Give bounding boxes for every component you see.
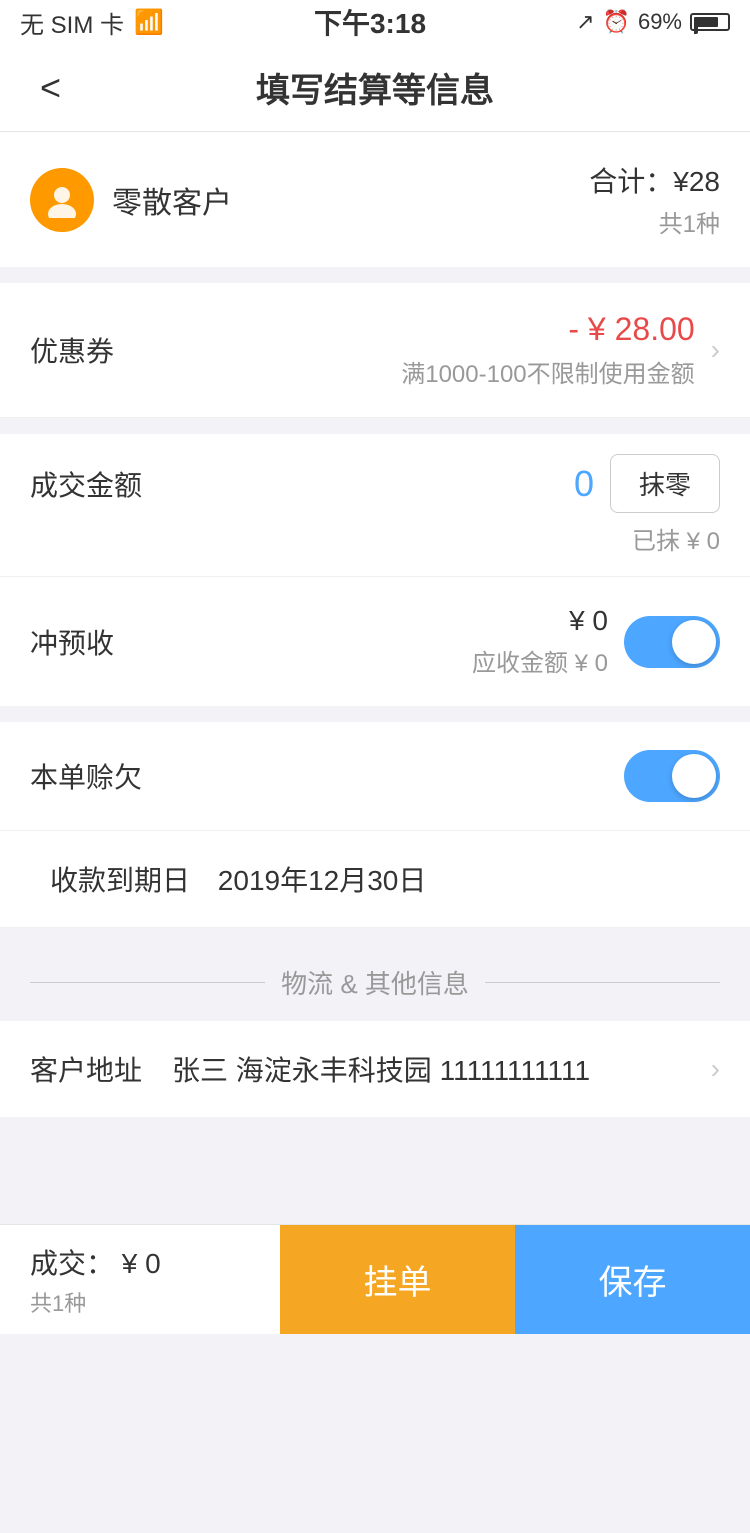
prepay-right: ¥ 0 应收金额 ¥ 0 [472,605,720,678]
bottom-bar: 成交： ¥ 0 共1种 挂单 保存 [0,1224,750,1334]
deal-amount-sub: 已抹 ¥ 0 [30,521,720,556]
hang-button[interactable]: 挂单 [280,1225,515,1334]
back-button[interactable]: < [30,57,71,119]
prepay-row: 冲预收 ¥ 0 应收金额 ¥ 0 [0,577,750,706]
due-date-value: 2019年12月30日 [218,865,427,896]
logistics-label: 物流 & 其他信息 [281,964,469,1001]
coupon-row[interactable]: 优惠券 - ¥ 28.00 满1000-100不限制使用金额 › [0,283,750,418]
status-right: ↗ ⏰ 69% [576,9,730,35]
battery-label: 69% [638,9,682,35]
prepay-sub: 应收金额 ¥ 0 [472,643,608,678]
debt-toggle[interactable] [624,750,720,802]
deal-amount-label: 成交金额 [30,464,142,504]
address-chevron-icon: › [711,1053,720,1085]
debt-section: 本单赊欠 收款到期日 2019年12月30日 [0,722,750,928]
deal-amount-section: 成交金额 0 抹零 已抹 ¥ 0 冲预收 ¥ 0 应收金额 ¥ 0 [0,434,750,706]
bottom-deal-row: 成交： ¥ 0 [30,1242,250,1282]
debt-row: 本单赊欠 [0,722,750,831]
battery-icon [690,13,730,31]
deal-amount-value[interactable]: 0 [534,463,594,505]
customer-row: 零散客户 合计：¥28 共1种 [0,132,750,267]
bottom-count: 共1种 [30,1286,250,1318]
customer-summary: 合计：¥28 共1种 [589,160,720,239]
avatar [30,168,94,232]
address-row[interactable]: 客户地址 张三 海淀永丰科技园 11111111111 › [0,1021,750,1117]
prepay-toggle[interactable] [624,616,720,668]
wifi-icon: 📶 [134,8,164,37]
debt-label: 本单赊欠 [30,756,142,796]
prepay-label: 冲预收 [30,622,114,662]
coupon-right: - ¥ 28.00 满1000-100不限制使用金额 › [401,311,720,389]
status-left: 无 SIM 卡 📶 [20,5,164,40]
deal-amount-input-area: 0 抹零 [534,454,720,513]
customer-total: 合计：¥28 [589,160,720,200]
debt-toggle-knob [672,754,716,798]
coupon-discount: - ¥ 28.00 [401,311,694,348]
address-label: 客户地址 [30,1049,142,1089]
location-icon: ↗ [576,9,594,35]
bottom-deal-value: ¥ 0 [122,1248,161,1279]
due-date-row: 收款到期日 2019年12月30日 [0,831,750,928]
coupon-section[interactable]: 优惠券 - ¥ 28.00 满1000-100不限制使用金额 › [0,283,750,418]
due-date-label: 收款到期日 [50,865,190,896]
prepay-value: ¥ 0 [472,605,608,637]
coupon-desc: 满1000-100不限制使用金额 [401,354,694,389]
customer-name: 零散客户 [112,178,232,222]
address-section: 客户地址 张三 海淀永丰科技园 11111111111 › [0,1021,750,1117]
alarm-icon: ⏰ [603,9,630,35]
status-time: 下午3:18 [314,2,426,42]
bottom-deal-label: 成交： [30,1248,114,1279]
page-title: 填写结算等信息 [256,63,494,112]
deal-amount-row: 成交金额 0 抹零 已抹 ¥ 0 [0,434,750,577]
deal-amount-main: 成交金额 0 抹零 [30,454,720,513]
customer-left: 零散客户 [30,168,232,232]
customer-count: 共1种 [589,204,720,239]
bottom-summary: 成交： ¥ 0 共1种 [0,1242,280,1318]
chevron-right-icon: › [711,334,720,366]
carrier-label: 无 SIM 卡 [20,5,124,40]
address-value: 张三 海淀永丰科技园 11111111111 [172,1049,711,1089]
nav-bar: < 填写结算等信息 [0,44,750,132]
save-button[interactable]: 保存 [515,1225,750,1334]
round-button[interactable]: 抹零 [610,454,720,513]
logistics-header: 物流 & 其他信息 [0,944,750,1021]
prepay-toggle-knob [672,620,716,664]
debt-right [624,750,720,802]
status-bar: 无 SIM 卡 📶 下午3:18 ↗ ⏰ 69% [0,0,750,44]
coupon-label: 优惠券 [30,330,114,370]
